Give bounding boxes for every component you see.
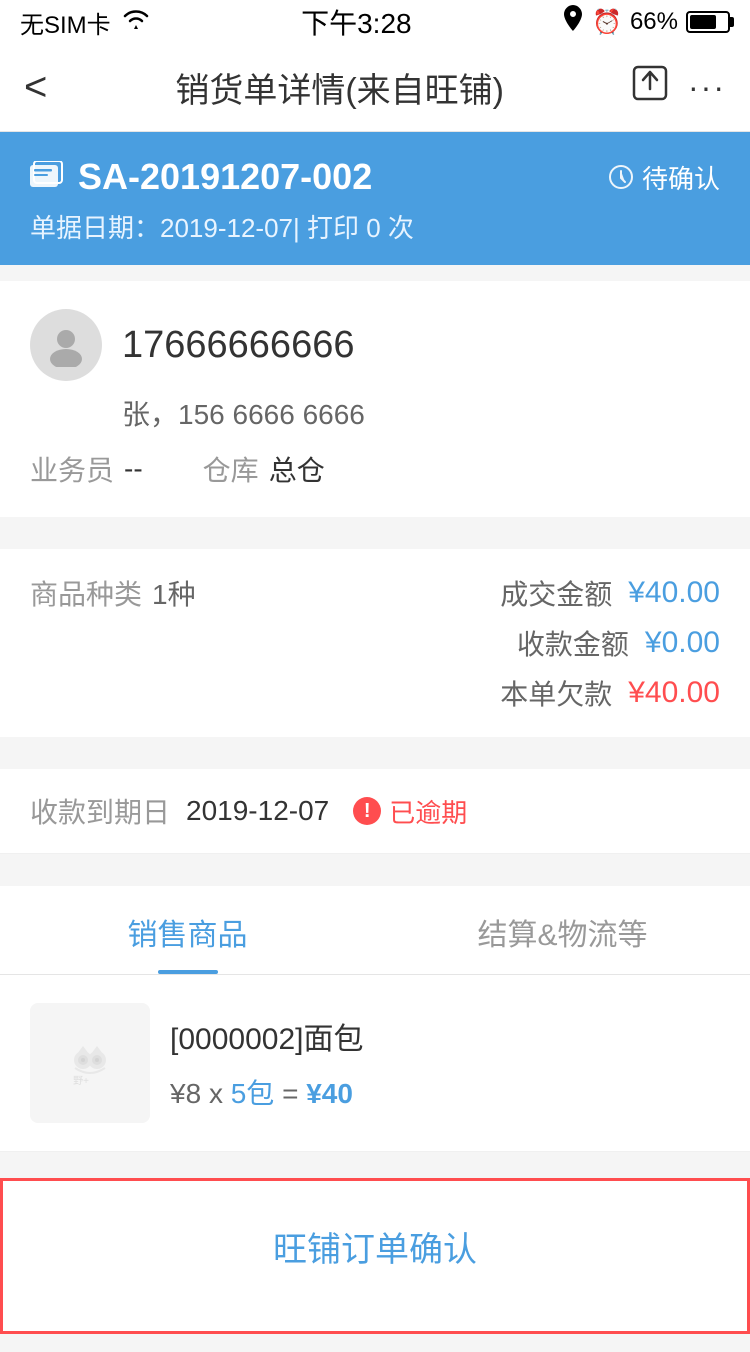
product-info: [0000002]面包 ¥8 x 5包 = ¥40 bbox=[170, 1014, 720, 1112]
tab-sales-products[interactable]: 销售商品 bbox=[0, 886, 375, 974]
tab-settlement[interactable]: 结算&物流等 bbox=[375, 886, 750, 974]
product-name: [0000002]面包 bbox=[170, 1014, 720, 1058]
product-price: ¥8 x 5包 = ¥40 bbox=[170, 1072, 720, 1112]
order-status: 待确认 bbox=[608, 159, 720, 196]
svg-text:野+: 野+ bbox=[73, 1075, 89, 1087]
product-list: 野+ [0000002]面包 ¥8 x 5包 = ¥40 bbox=[0, 975, 750, 1152]
divider-3 bbox=[0, 854, 750, 870]
order-header: SA-20191207-002 待确认 单据日期：2019-12-07| 打印 … bbox=[0, 132, 750, 265]
customer-name: 张，156 6666 6666 bbox=[30, 393, 720, 433]
battery-icon bbox=[686, 11, 730, 33]
page-title: 销货单详情(来自旺铺) bbox=[175, 63, 504, 112]
product-image: 野+ bbox=[30, 1003, 150, 1123]
product-type-item: 商品种类 1种 bbox=[30, 573, 196, 613]
order-icon bbox=[30, 156, 66, 198]
divider-1 bbox=[0, 517, 750, 533]
nav-actions: ··· bbox=[632, 65, 726, 111]
warehouse-info: 仓库 总仓 bbox=[203, 449, 325, 489]
status-bar-left: 无SIM卡 bbox=[20, 5, 151, 40]
customer-avatar bbox=[30, 309, 102, 381]
customer-phone: 17666666666 bbox=[122, 324, 354, 367]
customer-card: 17666666666 张，156 6666 6666 业务员 -- 仓库 总仓 bbox=[0, 281, 750, 517]
location-icon bbox=[562, 5, 584, 40]
customer-meta: 业务员 -- 仓库 总仓 bbox=[30, 449, 720, 489]
summary-card: 商品种类 1种 成交金额 ¥40.00 收款金额 ¥0.00 本单欠款 ¥40.… bbox=[0, 549, 750, 737]
overdue-text: 已逾期 bbox=[389, 793, 467, 830]
received-amount: 收款金额 ¥0.00 bbox=[517, 623, 720, 663]
tabs-container: 销售商品 结算&物流等 bbox=[0, 886, 750, 975]
confirm-order-button[interactable]: 旺铺订单确认 bbox=[33, 1201, 717, 1291]
alarm-icon: ⏰ bbox=[592, 8, 622, 37]
nav-bar: < 销货单详情(来自旺铺) ··· bbox=[0, 44, 750, 132]
more-button[interactable]: ··· bbox=[688, 69, 726, 106]
status-bar: 无SIM卡 下午3:28 ⏰ 66% bbox=[0, 0, 750, 44]
table-row: 野+ [0000002]面包 ¥8 x 5包 = ¥40 bbox=[0, 975, 750, 1152]
overdue-badge: ! 已逾期 bbox=[353, 793, 467, 830]
order-id: SA-20191207-002 bbox=[30, 156, 372, 198]
confirm-button-wrapper: 旺铺订单确认 bbox=[0, 1178, 750, 1334]
status-time: 下午3:28 bbox=[301, 2, 412, 42]
sales-info: 业务员 -- bbox=[30, 449, 143, 489]
back-button[interactable]: < bbox=[24, 65, 47, 110]
transaction-amount: 成交金额 ¥40.00 bbox=[500, 573, 720, 613]
divider-2 bbox=[0, 737, 750, 753]
due-date-card: 收款到期日 2019-12-07 ! 已逾期 bbox=[0, 769, 750, 854]
share-button[interactable] bbox=[632, 65, 668, 111]
overdue-icon: ! bbox=[353, 797, 381, 825]
wifi-icon bbox=[121, 7, 151, 38]
carrier-text: 无SIM卡 bbox=[20, 5, 111, 40]
debt-amount: 本单欠款 ¥40.00 bbox=[500, 673, 720, 713]
order-date-line: 单据日期：2019-12-07| 打印 0 次 bbox=[30, 208, 720, 245]
status-bar-right: ⏰ 66% bbox=[562, 5, 730, 40]
battery-text: 66% bbox=[630, 8, 678, 36]
